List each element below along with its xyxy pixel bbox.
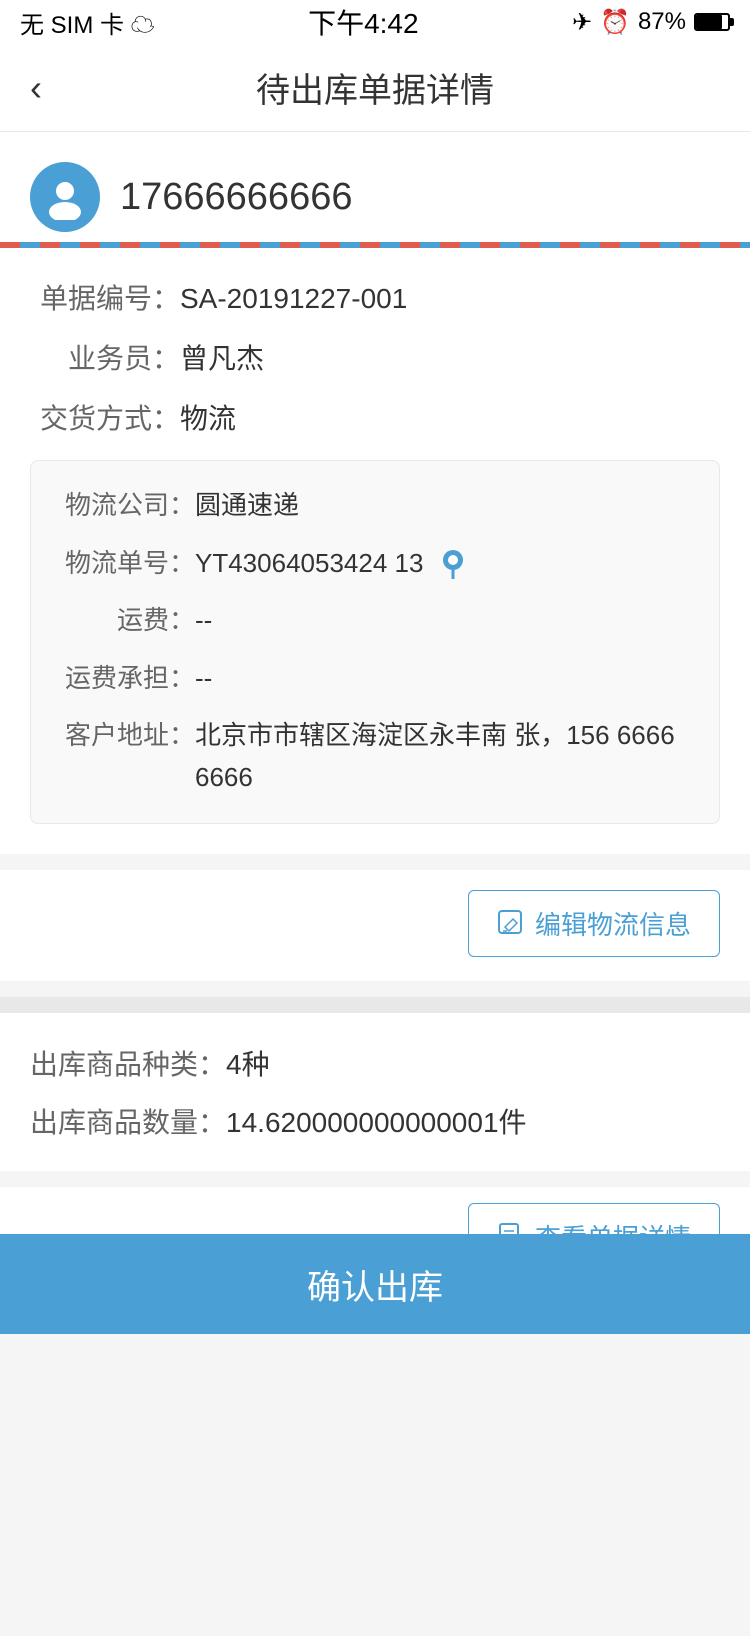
goods-quantity-row: 出库商品数量： 14.620000000000001件 <box>30 1101 720 1141</box>
confirm-bar[interactable]: 确认出库 <box>0 1234 750 1334</box>
tracking-location-icon[interactable] <box>435 545 471 581</box>
customer-header: 17666666666 <box>0 132 750 232</box>
doc-number-value: SA-20191227-001 <box>180 278 720 320</box>
nav-bar: ‹ 待出库单据详情 <box>0 44 750 132</box>
freight-bearer-label: 运费承担： <box>55 658 195 700</box>
freight-bearer-value: -- <box>195 658 695 700</box>
status-time: 下午4:42 <box>308 2 419 42</box>
content: 17666666666 单据编号： SA-20191227-001 业务员： 曾… <box>0 132 750 1636</box>
confirm-button[interactable]: 确认出库 <box>307 1260 443 1309</box>
customer-phone: 17666666666 <box>120 176 352 219</box>
goods-quantity-label: 出库商品数量： <box>30 1101 226 1141</box>
sales-person-value: 曾凡杰 <box>180 338 720 380</box>
tracking-label: 物流单号： <box>55 543 195 585</box>
edit-logistics-button[interactable]: 编辑物流信息 <box>468 890 720 957</box>
back-button[interactable]: ‹ <box>30 67 90 109</box>
freight-label: 运费： <box>55 600 195 642</box>
address-label: 客户地址： <box>55 715 195 757</box>
battery-text: 87% <box>638 8 686 36</box>
sim-status: 无 SIM 卡 ☁ <box>20 5 155 40</box>
delivery-method-label: 交货方式： <box>30 398 180 440</box>
status-bar: 无 SIM 卡 ☁ 下午4:42 ✈ ⏰ 87% <box>0 0 750 44</box>
logistics-card: 物流公司： 圆通速递 物流单号： YT43064053424 13 运费： -- <box>30 460 720 824</box>
freight-row: 运费： -- <box>55 600 695 642</box>
address-row: 客户地址： 北京市市辖区海淀区永丰南 张，156 6666 6666 <box>55 715 695 798</box>
goods-quantity-value: 14.620000000000001件 <box>226 1101 527 1141</box>
page-title: 待出库单据详情 <box>256 63 494 112</box>
freight-value: -- <box>195 600 695 642</box>
tracking-value: YT43064053424 13 <box>195 543 695 585</box>
delivery-method-row: 交货方式： 物流 <box>30 398 720 440</box>
doc-number-label: 单据编号： <box>30 278 180 320</box>
delivery-method-value: 物流 <box>180 398 720 440</box>
sales-person-row: 业务员： 曾凡杰 <box>30 338 720 380</box>
tracking-row: 物流单号： YT43064053424 13 <box>55 543 695 585</box>
logistics-company-label: 物流公司： <box>55 485 195 527</box>
dashed-divider <box>0 232 750 248</box>
freight-bearer-row: 运费承担： -- <box>55 658 695 700</box>
logistics-company-row: 物流公司： 圆通速递 <box>55 485 695 527</box>
sales-person-label: 业务员： <box>30 338 180 380</box>
goods-type-row: 出库商品种类： 4种 <box>30 1043 720 1083</box>
goods-type-label: 出库商品种类： <box>30 1043 226 1083</box>
address-value: 北京市市辖区海淀区永丰南 张，156 6666 6666 <box>195 715 695 798</box>
bottom-spacer <box>0 1316 750 1516</box>
goods-section: 出库商品种类： 4种 出库商品数量： 14.620000000000001件 <box>0 1013 750 1171</box>
goods-type-value: 4种 <box>226 1043 270 1083</box>
edit-btn-row: 编辑物流信息 <box>0 870 750 981</box>
location-icon-status: ✈ <box>572 8 592 37</box>
status-left: 无 SIM 卡 ☁ <box>20 5 155 40</box>
avatar <box>30 162 100 232</box>
status-right: ✈ ⏰ 87% <box>572 8 730 37</box>
order-info-section: 单据编号： SA-20191227-001 业务员： 曾凡杰 交货方式： 物流 … <box>0 248 750 854</box>
section-divider <box>0 997 750 1013</box>
battery-icon <box>694 13 730 31</box>
alarm-icon: ⏰ <box>600 8 630 37</box>
logistics-company-value: 圆通速递 <box>195 485 695 527</box>
edit-icon <box>497 909 525 937</box>
doc-number-row: 单据编号： SA-20191227-001 <box>30 278 720 320</box>
